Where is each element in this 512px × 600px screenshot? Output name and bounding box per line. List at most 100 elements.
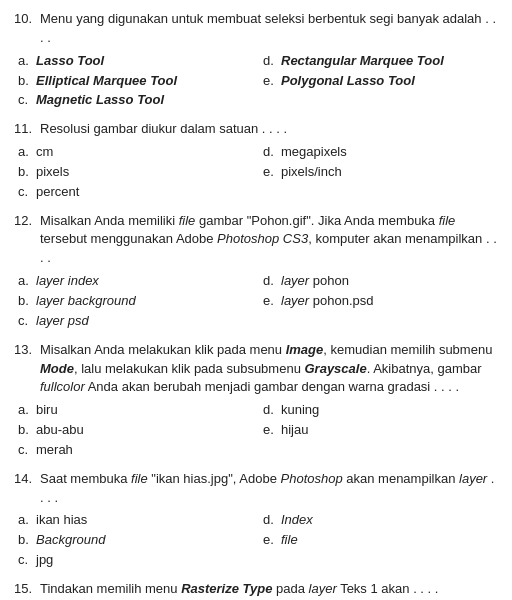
option-text: biru <box>36 401 58 420</box>
question-text: 10.Menu yang digunakan untuk membuat sel… <box>14 10 498 48</box>
option-label: e. <box>263 292 277 311</box>
option: a.layer index <box>18 272 253 291</box>
option-text: layer background <box>36 292 136 311</box>
options-grid: a.Lasso Tool d.Rectangular Marquee Tool b.… <box>14 52 498 111</box>
option-text: percent <box>36 183 79 202</box>
question-number: 14. <box>14 470 36 508</box>
option: a.Lasso Tool <box>18 52 253 71</box>
option: b.abu-abu <box>18 421 253 440</box>
question-number: 15. <box>14 580 36 599</box>
option: d.Rectangular Marquee Tool <box>263 52 498 71</box>
option-text: abu-abu <box>36 421 84 440</box>
option-text: Elliptical Marquee Tool <box>36 72 177 91</box>
option-label: d. <box>263 511 277 530</box>
question-block: 13.Misalkan Anda melakukan klik pada men… <box>14 341 498 460</box>
option-label: b. <box>18 292 32 311</box>
question-text: 15.Tindakan memilih menu Rasterize Type … <box>14 580 498 599</box>
option-label: d. <box>263 52 277 71</box>
question-block: 12.Misalkan Anda memiliki file gambar "P… <box>14 212 498 331</box>
option-label: d. <box>263 143 277 162</box>
option: e.pixels/inch <box>263 163 498 182</box>
option-text: Lasso Tool <box>36 52 104 71</box>
option-text: file <box>281 531 298 550</box>
question-text: 13.Misalkan Anda melakukan klik pada men… <box>14 341 498 398</box>
option: d.layer pohon <box>263 272 498 291</box>
option-label: c. <box>18 312 32 331</box>
option: b.Background <box>18 531 253 550</box>
option-text: Polygonal Lasso Tool <box>281 72 415 91</box>
option: c.Magnetic Lasso Tool <box>18 91 253 110</box>
option-label: a. <box>18 52 32 71</box>
option: d.Index <box>263 511 498 530</box>
option-text: cm <box>36 143 53 162</box>
option-text: hijau <box>281 421 308 440</box>
option: e.Polygonal Lasso Tool <box>263 72 498 91</box>
question-text: 12.Misalkan Anda memiliki file gambar "P… <box>14 212 498 269</box>
option-label: c. <box>18 91 32 110</box>
option: d.megapixels <box>263 143 498 162</box>
question-body: Menu yang digunakan untuk membuat seleks… <box>40 10 498 48</box>
option-label: a. <box>18 401 32 420</box>
option: a.ikan hias <box>18 511 253 530</box>
option-text: layer pohon <box>281 272 349 291</box>
option-text: Rectangular Marquee Tool <box>281 52 444 71</box>
question-text: 11.Resolusi gambar diukur dalam satuan .… <box>14 120 498 139</box>
question-block: 14.Saat membuka file "ikan hias.jpg", Ad… <box>14 470 498 570</box>
option: d.kuning <box>263 401 498 420</box>
option-label: e. <box>263 72 277 91</box>
option-text: layer pohon.psd <box>281 292 374 311</box>
option: c.merah <box>18 441 253 460</box>
question-text: 14.Saat membuka file "ikan hias.jpg", Ad… <box>14 470 498 508</box>
option: e.file <box>263 531 498 550</box>
question-block: 11.Resolusi gambar diukur dalam satuan .… <box>14 120 498 201</box>
option: b.pixels <box>18 163 253 182</box>
option-label: a. <box>18 272 32 291</box>
options-grid: a.biru d.kuning b.abu-abu e.hijau c.merah <box>14 401 498 460</box>
option-label: c. <box>18 183 32 202</box>
option-label: b. <box>18 421 32 440</box>
option: c.jpg <box>18 551 253 570</box>
option: b.Elliptical Marquee Tool <box>18 72 253 91</box>
question-body: Resolusi gambar diukur dalam satuan . . … <box>40 120 498 139</box>
question-number: 11. <box>14 120 36 139</box>
option-label: c. <box>18 441 32 460</box>
option-label: b. <box>18 531 32 550</box>
option-text: merah <box>36 441 73 460</box>
option-label: a. <box>18 143 32 162</box>
option-text: megapixels <box>281 143 347 162</box>
option-label: b. <box>18 163 32 182</box>
option-text: pixels/inch <box>281 163 342 182</box>
options-grid: a.layer index d.layer pohon b.layer backgr… <box>14 272 498 331</box>
option-text: Background <box>36 531 105 550</box>
question-block: 15.Tindakan memilih menu Rasterize Type … <box>14 580 498 600</box>
question-block: 10.Menu yang digunakan untuk membuat sel… <box>14 10 498 110</box>
options-grid: a.ikan hias d.Index b.Background e.file c.jp… <box>14 511 498 570</box>
option: c.layer psd <box>18 312 253 331</box>
option-label: e. <box>263 421 277 440</box>
option-text: kuning <box>281 401 319 420</box>
options-grid: a.cmd.megapixelsb.pixelse.pixels/inchc.p… <box>14 143 498 202</box>
option-label: e. <box>263 163 277 182</box>
question-body: Tindakan memilih menu Rasterize Type pad… <box>40 580 498 599</box>
option: c.percent <box>18 183 253 202</box>
question-number: 10. <box>14 10 36 48</box>
question-number: 12. <box>14 212 36 269</box>
option-label: d. <box>263 401 277 420</box>
option-text: layer index <box>36 272 99 291</box>
option-text: layer psd <box>36 312 89 331</box>
question-body: Saat membuka file "ikan hias.jpg", Adobe… <box>40 470 498 508</box>
question-body: Misalkan Anda memiliki file gambar "Poho… <box>40 212 498 269</box>
option-text: jpg <box>36 551 53 570</box>
question-number: 13. <box>14 341 36 398</box>
option-label: c. <box>18 551 32 570</box>
option: a.biru <box>18 401 253 420</box>
option-label: e. <box>263 531 277 550</box>
option: a.cm <box>18 143 253 162</box>
option-text: pixels <box>36 163 69 182</box>
option-text: ikan hias <box>36 511 87 530</box>
option-text: Index <box>281 511 313 530</box>
question-body: Misalkan Anda melakukan klik pada menu I… <box>40 341 498 398</box>
option: e.hijau <box>263 421 498 440</box>
option-text: Magnetic Lasso Tool <box>36 91 164 110</box>
option-label: d. <box>263 272 277 291</box>
